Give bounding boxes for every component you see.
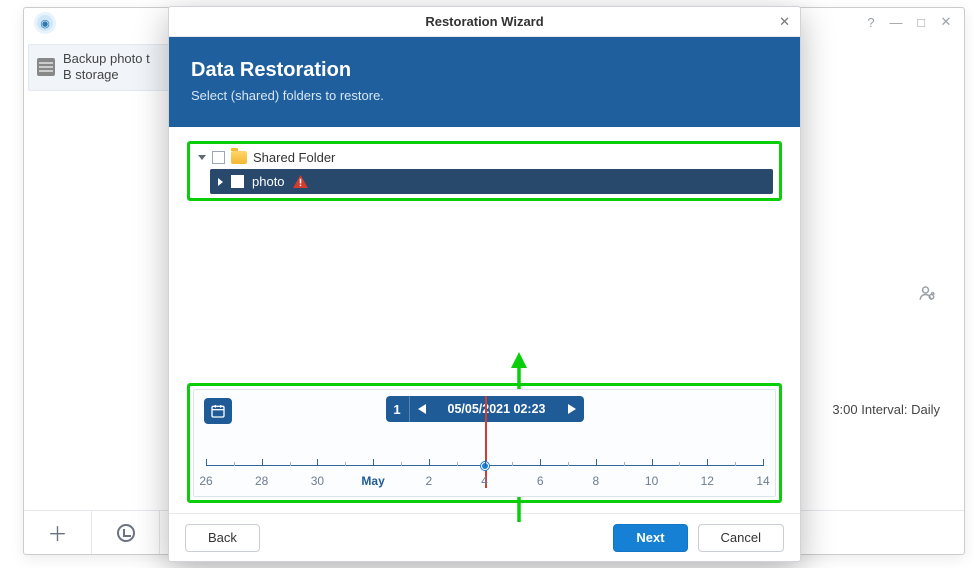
tree-root-row[interactable]: Shared Folder — [196, 148, 773, 167]
history-button[interactable] — [92, 511, 160, 554]
folder-tree: Shared Folder photo — [196, 148, 773, 194]
timeline-label: 8 — [593, 474, 600, 488]
close-icon[interactable]: ✕ — [779, 14, 790, 30]
dialog-body: Shared Folder photo — [169, 127, 800, 513]
server-icon — [37, 58, 55, 76]
dialog-footer: Back Next Cancel — [169, 513, 800, 561]
lock-user-icon[interactable] — [918, 284, 936, 305]
folder-icon — [231, 151, 247, 164]
cancel-button[interactable]: Cancel — [698, 524, 784, 552]
maximize-icon[interactable]: □ — [915, 15, 927, 30]
timeline-label: 30 — [311, 474, 324, 488]
timeline-label: 6 — [537, 474, 544, 488]
add-button[interactable]: ＋ — [24, 511, 92, 554]
banner-subheading: Select (shared) folders to restore. — [191, 88, 778, 103]
dialog-banner: Data Restoration Select (shared) folders… — [169, 37, 800, 127]
root-folder-label: Shared Folder — [253, 150, 335, 165]
restoration-wizard-dialog: Restoration Wizard ✕ Data Restoration Se… — [168, 6, 801, 562]
minimize-icon[interactable]: ― — [890, 15, 902, 30]
root-checkbox[interactable] — [212, 151, 225, 164]
dialog-titlebar: Restoration Wizard ✕ — [169, 7, 800, 37]
tree-child-row[interactable]: photo — [210, 169, 773, 194]
expand-icon[interactable] — [198, 155, 206, 160]
dialog-title: Restoration Wizard — [425, 14, 543, 29]
app-logo-icon: ◉ — [34, 12, 56, 34]
timeline-label: May — [361, 474, 384, 488]
calendar-button[interactable] — [204, 398, 232, 424]
warning-icon — [293, 175, 308, 188]
banner-heading: Data Restoration — [191, 59, 778, 82]
next-button[interactable]: Next — [613, 524, 687, 552]
timeline-label: 4 — [481, 474, 488, 488]
folder-tree-highlight: Shared Folder photo — [187, 141, 782, 201]
back-button[interactable]: Back — [185, 524, 260, 552]
timeline-label: 14 — [756, 474, 769, 488]
expand-icon[interactable] — [218, 178, 223, 186]
schedule-text: 3:00 Interval: Daily — [832, 402, 940, 417]
version-count: 1 — [385, 396, 409, 422]
timeline-label: 2 — [425, 474, 432, 488]
task-sidebar: Backup photo t B storage — [28, 44, 183, 508]
timeline-label: 12 — [701, 474, 714, 488]
backup-task-item[interactable]: Backup photo t B storage — [28, 44, 183, 91]
child-folder-label: photo — [252, 174, 285, 189]
prev-version-button[interactable] — [409, 396, 433, 422]
timeline-label: 10 — [645, 474, 658, 488]
close-window-icon[interactable]: ✕ — [940, 14, 952, 30]
child-checkbox[interactable] — [231, 175, 244, 188]
next-version-button[interactable] — [560, 396, 584, 422]
backup-task-label: Backup photo t B storage — [63, 51, 150, 84]
help-icon[interactable]: ? — [865, 15, 877, 30]
timeline-label: 26 — [199, 474, 212, 488]
version-datetime: 05/05/2021 02:23 — [433, 396, 559, 422]
version-timeline: 1 05/05/2021 02:23 26 28 30 May 2 4 6 — [193, 389, 776, 497]
timeline-label: 28 — [255, 474, 268, 488]
